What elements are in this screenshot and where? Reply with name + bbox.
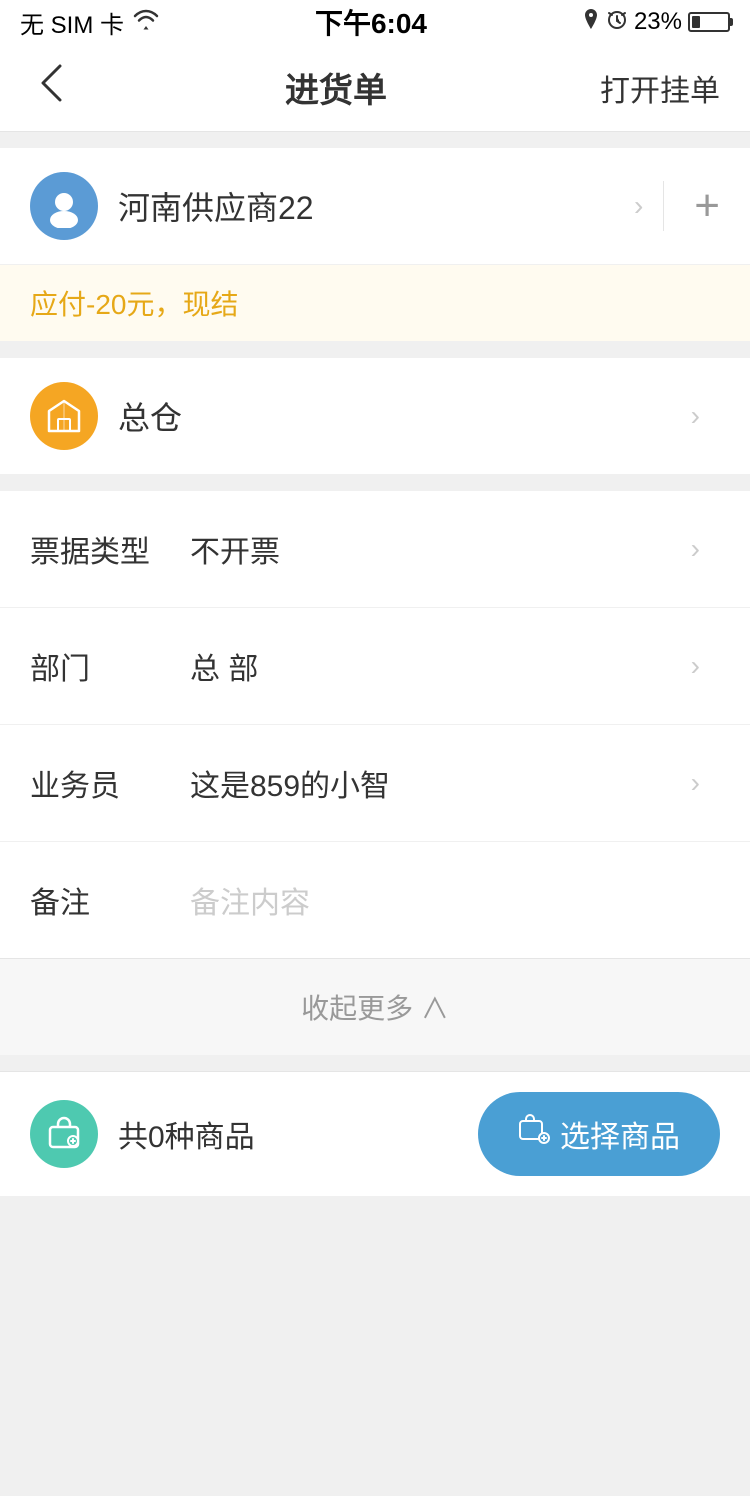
goods-icon (30, 1100, 98, 1168)
back-button[interactable] (30, 54, 72, 122)
supplier-chevron-icon: › (634, 190, 643, 222)
page-title: 进货单 (285, 63, 387, 112)
nav-bar: 进货单 打开挂单 (0, 44, 750, 132)
vertical-divider (663, 181, 664, 231)
wifi-icon (132, 8, 160, 37)
invoice-type-label: 票据类型 (30, 527, 150, 571)
status-left: 无 SIM 卡 (20, 5, 160, 40)
warehouse-name: 总仓 (118, 393, 691, 439)
form-section: 票据类型 不开票 › 部门 总 部 › 业务员 这是859的小智 › 备注 备注… (0, 490, 750, 1055)
remark-placeholder: 备注内容 (190, 878, 720, 922)
select-goods-button[interactable]: 选择商品 (478, 1092, 720, 1176)
invoice-type-value: 不开票 (190, 527, 691, 571)
invoice-type-chevron-icon: › (691, 533, 700, 565)
salesperson-row[interactable]: 业务员 这是859的小智 › (0, 724, 750, 841)
select-goods-label: 选择商品 (560, 1112, 680, 1156)
warehouse-row[interactable]: 总仓 › (0, 358, 750, 474)
warehouse-section: 总仓 › (0, 358, 750, 474)
status-right: 23% (582, 8, 730, 37)
select-goods-icon (518, 1114, 550, 1154)
alarm-icon (606, 8, 628, 37)
open-pending-button[interactable]: 打开挂单 (600, 66, 720, 110)
invoice-type-row[interactable]: 票据类型 不开票 › (0, 490, 750, 607)
page-background (0, 1196, 750, 1496)
supplier-section: 河南供应商22 › + 应付-20元，现结 (0, 148, 750, 342)
mid-divider2 (0, 474, 750, 490)
bottom-divider (0, 1055, 750, 1071)
signal-text: 无 SIM 卡 (20, 5, 124, 40)
supplier-name: 河南供应商22 (118, 183, 634, 229)
goods-count-label: 共0种商品 (118, 1112, 458, 1156)
status-bar: 无 SIM 卡 下午6:04 23% (0, 0, 750, 44)
department-value: 总 部 (190, 644, 691, 688)
supplier-row[interactable]: 河南供应商22 › + (0, 148, 750, 265)
salesperson-label: 业务员 (30, 761, 150, 805)
bottom-bar: 共0种商品 选择商品 (0, 1071, 750, 1196)
supplier-alert: 应付-20元，现结 (0, 265, 750, 342)
warehouse-icon (30, 382, 98, 450)
warehouse-chevron-icon: › (691, 400, 700, 432)
mid-divider1 (0, 342, 750, 358)
battery-icon (688, 12, 730, 32)
remark-label: 备注 (30, 878, 150, 922)
salesperson-value: 这是859的小智 (190, 761, 691, 805)
supplier-avatar (30, 172, 98, 240)
top-divider (0, 132, 750, 148)
location-icon (582, 8, 600, 37)
department-chevron-icon: › (691, 650, 700, 682)
department-label: 部门 (30, 644, 150, 688)
status-time: 下午6:04 (315, 2, 427, 42)
add-supplier-button[interactable]: + (694, 181, 720, 231)
salesperson-chevron-icon: › (691, 767, 700, 799)
department-row[interactable]: 部门 总 部 › (0, 607, 750, 724)
battery-percent: 23% (634, 8, 682, 36)
remark-row[interactable]: 备注 备注内容 (0, 841, 750, 958)
collapse-label: 收起更多 ∧ (301, 987, 449, 1027)
collapse-row[interactable]: 收起更多 ∧ (0, 958, 750, 1055)
